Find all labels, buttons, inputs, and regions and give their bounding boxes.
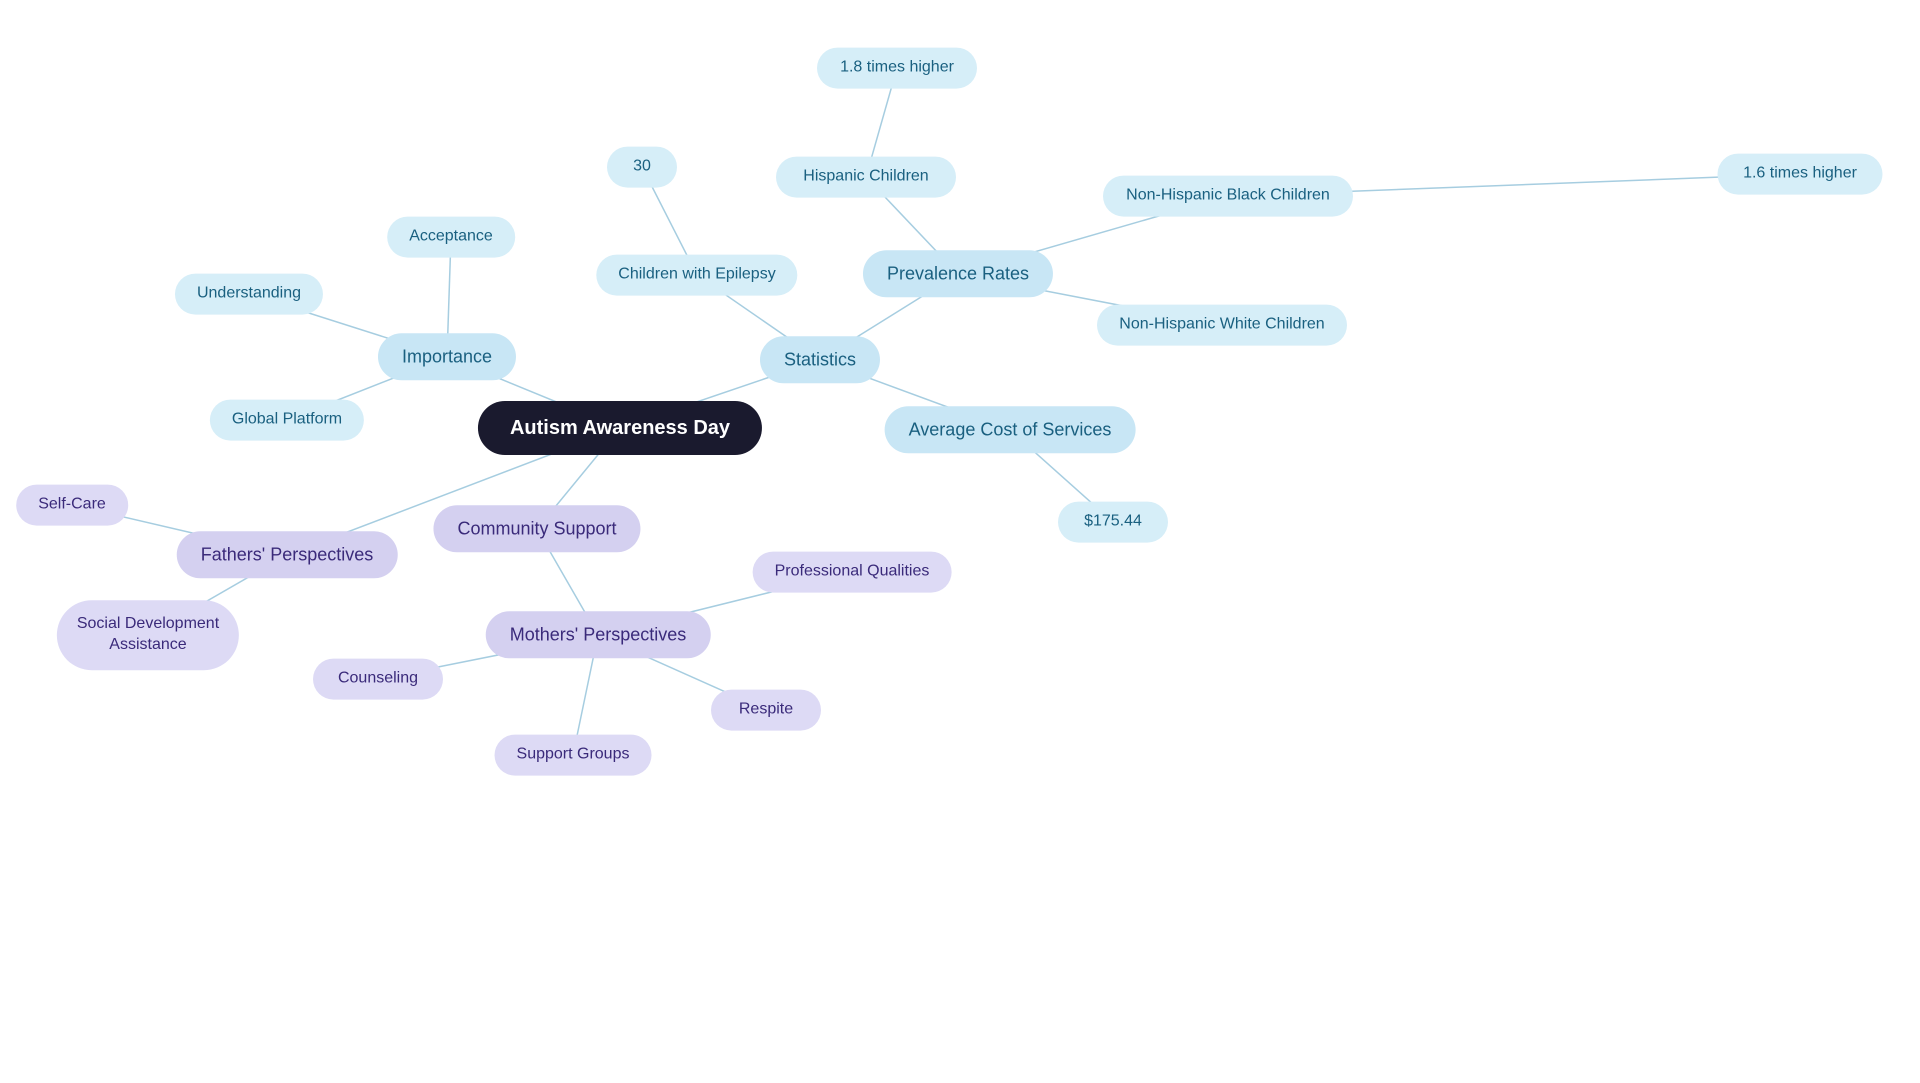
global-platform-node: Global Platform: [210, 400, 364, 441]
times-higher-18-node: 1.8 times higher: [817, 48, 977, 89]
understanding-node: Understanding: [175, 274, 323, 315]
non-hispanic-white-node: Non-Hispanic White Children: [1097, 305, 1347, 346]
cost-value-node: $175.44: [1058, 502, 1168, 543]
importance-node: Importance: [378, 333, 516, 380]
respite-node: Respite: [711, 690, 821, 731]
social-dev-node: Social Development Assistance: [57, 600, 239, 670]
non-hispanic-black-node: Non-Hispanic Black Children: [1103, 176, 1353, 217]
community-support-node: Community Support: [433, 505, 640, 552]
acceptance-node: Acceptance: [387, 217, 515, 258]
mothers-perspectives-node: Mothers' Perspectives: [486, 611, 711, 658]
support-groups-node: Support Groups: [495, 735, 652, 776]
number-30-node: 30: [607, 147, 677, 188]
self-care-node: Self-Care: [16, 485, 128, 526]
fathers-perspectives-node: Fathers' Perspectives: [177, 531, 398, 578]
center-node: Autism Awareness Day: [478, 401, 762, 455]
children-epilepsy-node: Children with Epilepsy: [596, 255, 797, 296]
statistics-node: Statistics: [760, 336, 880, 383]
hispanic-children-node: Hispanic Children: [776, 157, 956, 198]
counseling-node: Counseling: [313, 659, 443, 700]
times-higher-16-node: 1.6 times higher: [1718, 154, 1883, 195]
prevalence-rates-node: Prevalence Rates: [863, 250, 1053, 297]
professional-qualities-node: Professional Qualities: [753, 552, 952, 593]
avg-cost-node: Average Cost of Services: [885, 406, 1136, 453]
